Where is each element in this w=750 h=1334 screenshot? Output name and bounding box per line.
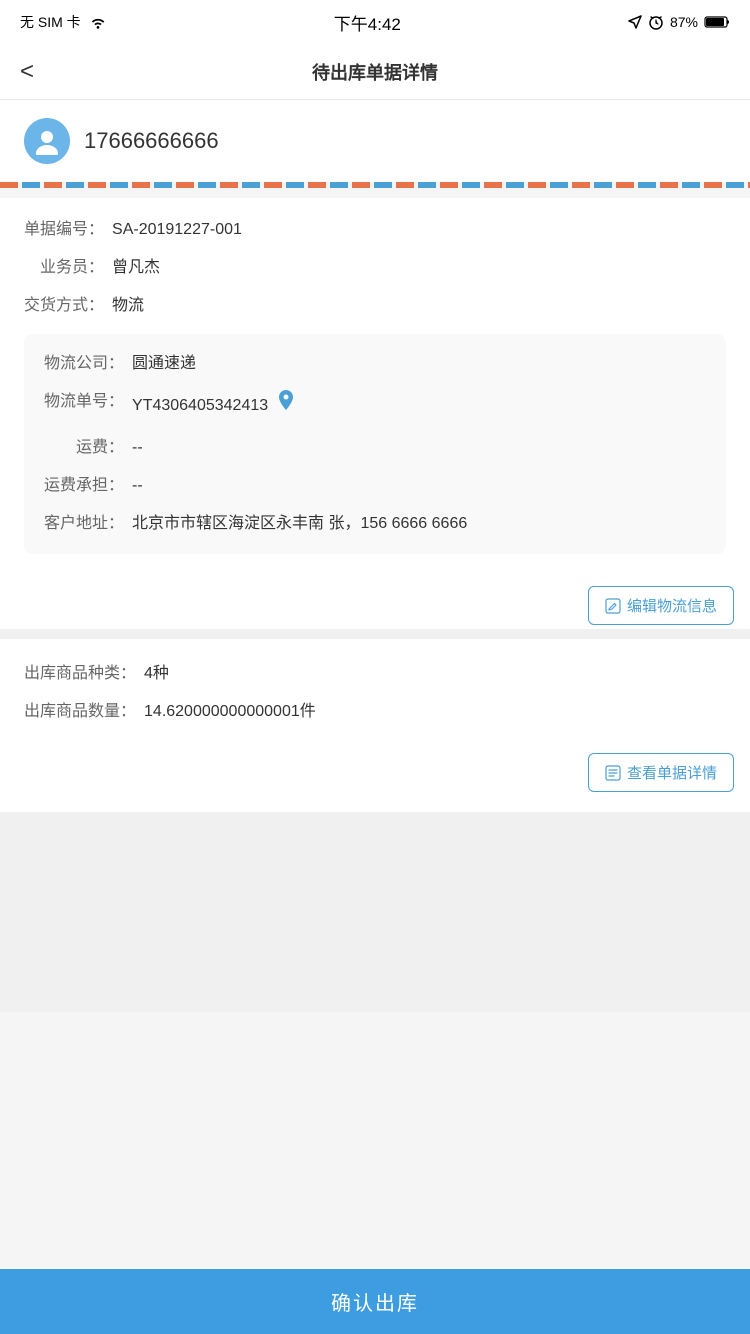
freight-value: -- — [132, 436, 706, 460]
salesman-label: 业务员： — [24, 256, 104, 280]
user-section: 17666666666 — [0, 100, 750, 182]
location-arrow-icon — [628, 15, 642, 29]
user-phone: 17666666666 — [84, 128, 219, 154]
address-value: 北京市市辖区海淀区永丰南 张，156 6666 6666 — [132, 512, 706, 536]
alarm-icon — [648, 14, 664, 30]
status-bar: 无 SIM 卡 下午4:42 87% — [0, 0, 750, 44]
nav-bar: < 待出库单据详情 — [0, 44, 750, 100]
page-title: 待出库单据详情 — [312, 59, 438, 85]
edit-logistics-label: 编辑物流信息 — [627, 595, 717, 616]
freight-label: 运费： — [44, 436, 124, 460]
view-btn-row: 查看单据详情 — [0, 741, 750, 812]
salesman-row: 业务员： 曾凡杰 — [24, 256, 726, 280]
product-quantity-row: 出库商品数量： 14.620000000000001件 — [24, 697, 726, 721]
wifi-icon — [89, 15, 107, 29]
view-detail-button[interactable]: 查看单据详情 — [588, 753, 734, 792]
order-number-label: 单据编号： — [24, 218, 104, 242]
dashed-divider — [0, 182, 750, 188]
address-row: 客户地址： 北京市市辖区海淀区永丰南 张，156 6666 6666 — [44, 512, 706, 536]
section-divider-1 — [0, 629, 750, 639]
confirm-button[interactable]: 确认出库 — [331, 1287, 419, 1316]
delivery-value: 物流 — [112, 294, 726, 318]
tracking-location-icon[interactable] — [276, 390, 296, 422]
back-button[interactable]: < — [20, 58, 34, 86]
order-number-value: SA-20191227-001 — [112, 218, 726, 242]
sim-status: 无 SIM 卡 — [20, 12, 81, 32]
freight-bearer-row: 运费承担： -- — [44, 474, 706, 498]
order-info-section: 单据编号： SA-20191227-001 业务员： 曾凡杰 交货方式： 物流 … — [0, 198, 750, 574]
address-label: 客户地址： — [44, 512, 124, 536]
logistics-company-label: 物流公司： — [44, 352, 124, 376]
product-quantity-label: 出库商品数量： — [24, 697, 136, 721]
user-avatar — [24, 118, 70, 164]
logistics-tracking-value: YT43064053424​13 — [132, 390, 706, 422]
status-time: 下午4:42 — [334, 10, 401, 35]
delivery-label: 交货方式： — [24, 294, 104, 318]
product-kind-value: 4种 — [144, 659, 169, 683]
product-kind-row: 出库商品种类： 4种 — [24, 659, 726, 683]
freight-bearer-label: 运费承担： — [44, 474, 124, 498]
freight-row: 运费： -- — [44, 436, 706, 460]
status-right: 87% — [628, 14, 730, 30]
battery-icon — [704, 15, 730, 29]
logistics-tracking-label: 物流单号： — [44, 390, 124, 414]
logistics-card: 物流公司： 圆通速递 物流单号： YT43064053424​13 运费： --… — [24, 334, 726, 554]
edit-logistics-button[interactable]: 编辑物流信息 — [588, 586, 734, 625]
product-quantity-value: 14.620000000000001件 — [144, 697, 316, 721]
list-icon — [605, 765, 621, 781]
battery-level: 87% — [670, 14, 698, 30]
logistics-tracking-row: 物流单号： YT43064053424​13 — [44, 390, 706, 422]
section-divider-2 — [0, 812, 750, 1012]
order-number-row: 单据编号： SA-20191227-001 — [24, 218, 726, 242]
view-detail-label: 查看单据详情 — [627, 762, 717, 783]
logistics-company-value: 圆通速递 — [132, 352, 706, 376]
salesman-value: 曾凡杰 — [112, 256, 726, 280]
product-kind-label: 出库商品种类： — [24, 659, 136, 683]
product-section: 出库商品种类： 4种 出库商品数量： 14.620000000000001件 — [0, 639, 750, 741]
status-left: 无 SIM 卡 — [20, 12, 107, 32]
confirm-btn-wrapper: 确认出库 — [0, 1269, 750, 1334]
delivery-row: 交货方式： 物流 — [24, 294, 726, 318]
edit-btn-row: 编辑物流信息 — [0, 574, 750, 629]
logistics-company-row: 物流公司： 圆通速递 — [44, 352, 706, 376]
freight-bearer-value: -- — [132, 474, 706, 498]
edit-pencil-icon — [605, 598, 621, 614]
